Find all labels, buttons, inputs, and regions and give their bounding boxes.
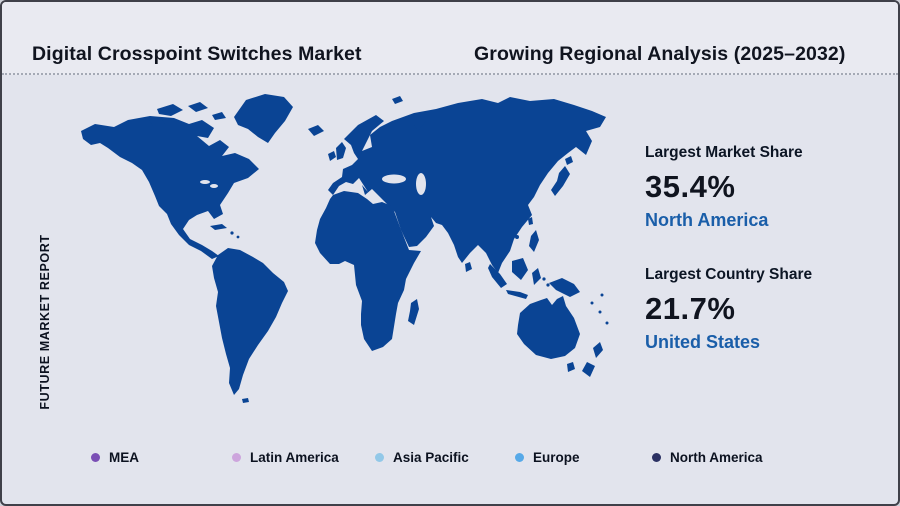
market-title: Digital Crosspoint Switches Market xyxy=(32,43,362,65)
legend-dot-asia-pacific xyxy=(375,452,384,462)
region-legend: MEA Latin America Asia Pacific Europe No… xyxy=(2,447,898,467)
legend-item-asia-pacific: Asia Pacific xyxy=(375,447,469,467)
legend-item-north-america: North America xyxy=(652,447,763,467)
legend-label-asia-pacific: Asia Pacific xyxy=(393,449,469,465)
stat-market-share-region: North America xyxy=(645,210,769,230)
legend-label-mea: MEA xyxy=(109,449,139,465)
legend-label-north-america: North America xyxy=(670,449,763,465)
legend-dot-mea xyxy=(91,452,100,462)
header-bar: Digital Crosspoint Switches Market Growi… xyxy=(2,2,898,75)
legend-label-latin-america: Latin America xyxy=(250,449,339,465)
stat-country-share-value: 21.7% xyxy=(645,291,736,326)
stat-country-share: Largest Country Share 21.7% United State… xyxy=(645,266,812,353)
report-subtitle: Growing Regional Analysis (2025–2032) xyxy=(474,43,846,65)
stat-market-share: Largest Market Share 35.4% North America xyxy=(645,144,803,231)
legend-dot-north-america xyxy=(652,452,661,462)
world-map-container xyxy=(62,87,622,407)
legend-item-mea: MEA xyxy=(91,447,139,467)
stat-market-share-label: Largest Market Share xyxy=(645,144,803,161)
legend-item-europe: Europe xyxy=(515,447,580,467)
legend-dot-latin-america xyxy=(232,452,241,462)
stat-market-share-value: 35.4% xyxy=(645,169,736,204)
brand-vertical-label: FUTURE MARKET REPORT xyxy=(38,234,52,410)
infographic-frame: Digital Crosspoint Switches Market Growi… xyxy=(0,0,900,506)
stat-country-share-region: United States xyxy=(645,332,761,352)
legend-item-latin-america: Latin America xyxy=(232,447,339,467)
world-map xyxy=(81,94,609,403)
legend-label-europe: Europe xyxy=(533,449,580,465)
legend-dot-europe xyxy=(515,452,524,462)
stat-country-share-label: Largest Country Share xyxy=(645,266,813,283)
world-map-land xyxy=(81,94,609,403)
